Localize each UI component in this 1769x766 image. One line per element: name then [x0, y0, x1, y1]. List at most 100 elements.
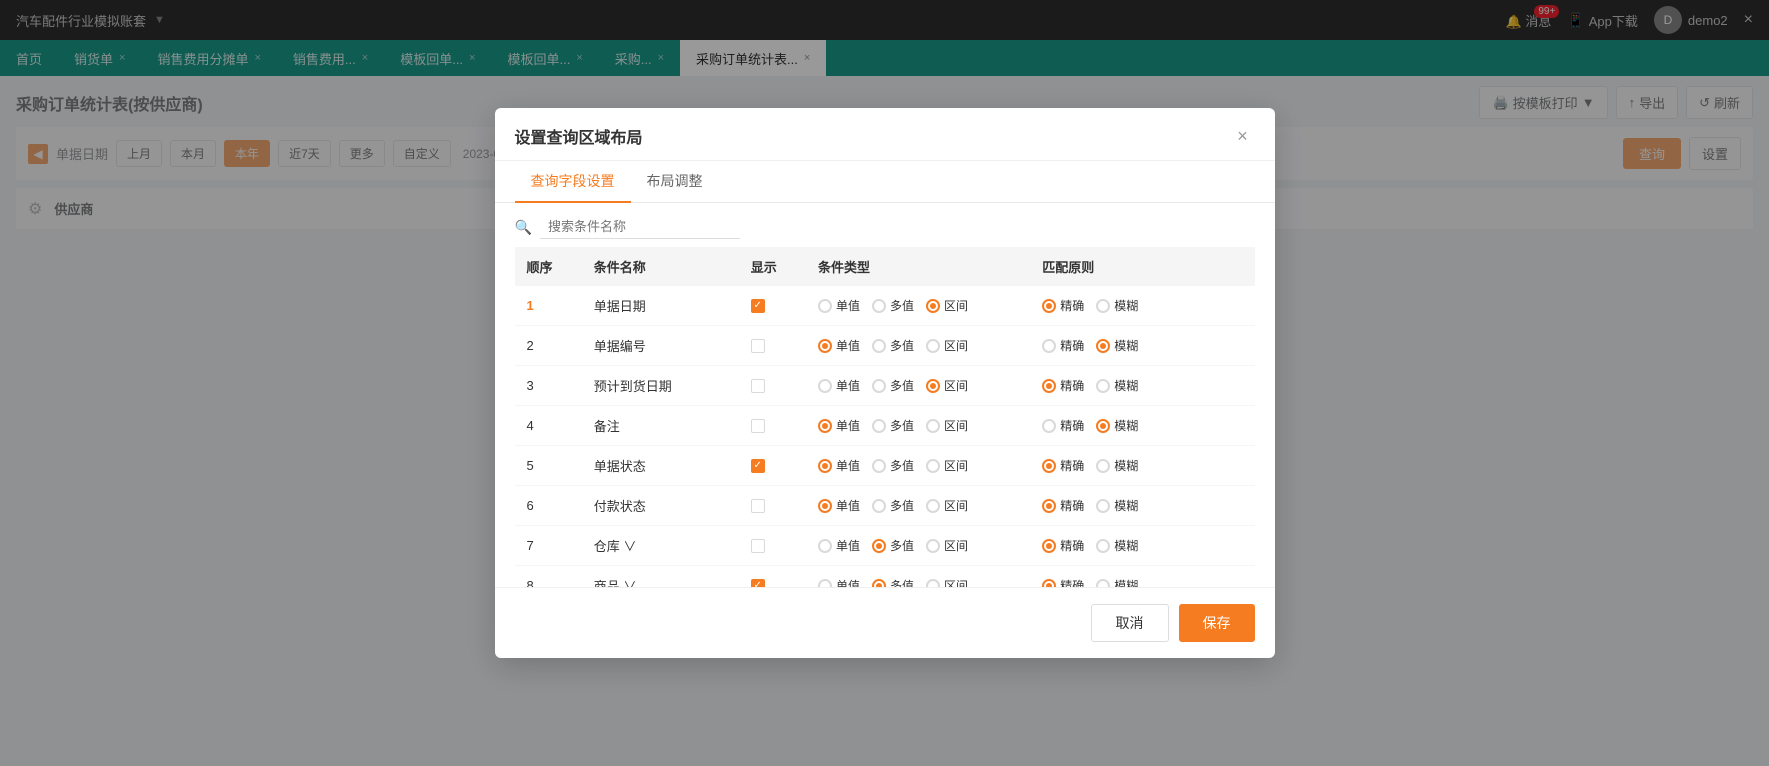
match-radio-模糊[interactable]: 模糊: [1096, 377, 1138, 394]
cell-name: 单据日期: [582, 286, 739, 326]
match-radio-精确[interactable]: 精确: [1042, 297, 1084, 314]
cancel-button[interactable]: 取消: [1091, 604, 1169, 642]
search-input[interactable]: [540, 215, 740, 239]
type-radio-单值[interactable]: 单值: [818, 297, 860, 314]
type-radio-多值[interactable]: 多值: [872, 337, 914, 354]
radio-circle: [1042, 539, 1056, 553]
type-radio-单值[interactable]: 单值: [818, 337, 860, 354]
radio-circle: [818, 499, 832, 513]
radio-circle: [872, 379, 886, 393]
type-radio-区间[interactable]: 区间: [926, 577, 968, 587]
show-checkbox[interactable]: ✓: [751, 459, 765, 473]
match-radio-精确[interactable]: 精确: [1042, 337, 1084, 354]
table-row: 6付款状态单值多值区间精确模糊: [515, 486, 1255, 526]
type-radio-单值[interactable]: 单值: [818, 577, 860, 587]
match-radio-模糊[interactable]: 模糊: [1096, 417, 1138, 434]
match-radio-精确[interactable]: 精确: [1042, 417, 1084, 434]
cell-match: 精确模糊: [1030, 406, 1254, 446]
table-row: 2单据编号单值多值区间精确模糊: [515, 326, 1255, 366]
col-header-order: 顺序: [515, 247, 582, 286]
cell-type: 单值多值区间: [806, 526, 1030, 566]
radio-circle: [818, 339, 832, 353]
cell-match: 精确 模糊: [1030, 566, 1254, 588]
modal-tab-bar: 查询字段设置 布局调整: [495, 161, 1275, 203]
radio-circle: [1042, 379, 1056, 393]
radio-circle: [1096, 499, 1110, 513]
type-radio-多值[interactable]: 多值: [872, 577, 914, 587]
col-header-match: 匹配原则: [1030, 247, 1254, 286]
modal-dialog: 设置查询区域布局 × 查询字段设置 布局调整 🔍 顺序 条件名称 显示 条件类型: [495, 108, 1275, 658]
match-radio-模糊[interactable]: 模糊: [1096, 337, 1138, 354]
match-radio-模糊[interactable]: 模糊: [1096, 577, 1138, 587]
save-button[interactable]: 保存: [1179, 604, 1255, 642]
modal-footer: 取消 保存: [495, 587, 1275, 658]
type-radio-区间[interactable]: 区间: [926, 497, 968, 514]
radio-circle: [818, 539, 832, 553]
show-checkbox[interactable]: ✓: [751, 579, 765, 588]
match-radio-模糊[interactable]: 模糊: [1096, 537, 1138, 554]
radio-circle: [872, 299, 886, 313]
cell-show: ✓: [739, 286, 806, 326]
type-radio-多值[interactable]: 多值: [872, 377, 914, 394]
radio-circle: [926, 539, 940, 553]
type-radio-单值[interactable]: 单值: [818, 457, 860, 474]
match-radio-精确[interactable]: 精确: [1042, 497, 1084, 514]
cell-order: 5: [515, 446, 582, 486]
show-checkbox[interactable]: ✓: [751, 299, 765, 313]
modal-search-area: 🔍: [495, 203, 1275, 247]
col-header-type: 条件类型: [806, 247, 1030, 286]
match-radio-模糊[interactable]: 模糊: [1096, 497, 1138, 514]
radio-circle: [818, 299, 832, 313]
type-radio-单值[interactable]: 单值: [818, 497, 860, 514]
match-radio-模糊[interactable]: 模糊: [1096, 297, 1138, 314]
show-checkbox[interactable]: [751, 499, 765, 513]
show-checkbox[interactable]: [751, 419, 765, 433]
cell-type: 单值多值区间: [806, 326, 1030, 366]
type-radio-单值[interactable]: 单值: [818, 417, 860, 434]
modal-table-wrapper: 顺序 条件名称 显示 条件类型 匹配原则 1单据日期✓单值多值区间精确模糊2单据…: [495, 247, 1275, 587]
cell-type: 单值多值区间: [806, 286, 1030, 326]
radio-circle: [872, 339, 886, 353]
type-radio-多值[interactable]: 多值: [872, 497, 914, 514]
radio-circle: [1096, 579, 1110, 588]
modal-close-button[interactable]: ×: [1231, 124, 1255, 148]
match-radio-精确[interactable]: 精确: [1042, 537, 1084, 554]
radio-circle: [872, 499, 886, 513]
table-row: 3预计到货日期单值多值区间精确模糊: [515, 366, 1255, 406]
type-radio-多值[interactable]: 多值: [872, 297, 914, 314]
modal-tab-layout[interactable]: 布局调整: [631, 161, 719, 203]
modal-overlay: 设置查询区域布局 × 查询字段设置 布局调整 🔍 顺序 条件名称 显示 条件类型: [0, 0, 1769, 766]
cell-match: 精确模糊: [1030, 526, 1254, 566]
type-radio-单值[interactable]: 单值: [818, 377, 860, 394]
type-radio-多值[interactable]: 多值: [872, 537, 914, 554]
match-radio-精确[interactable]: 精确: [1042, 377, 1084, 394]
type-radio-多值[interactable]: 多值: [872, 457, 914, 474]
type-radio-区间[interactable]: 区间: [926, 457, 968, 474]
cell-type: 单值 多值 区间: [806, 566, 1030, 588]
type-radio-区间[interactable]: 区间: [926, 377, 968, 394]
show-checkbox[interactable]: [751, 539, 765, 553]
match-radio-模糊[interactable]: 模糊: [1096, 457, 1138, 474]
show-checkbox[interactable]: [751, 339, 765, 353]
type-radio-多值[interactable]: 多值: [872, 417, 914, 434]
cell-order: 6: [515, 486, 582, 526]
match-radio-精确[interactable]: 精确: [1042, 577, 1084, 587]
cell-show: [739, 326, 806, 366]
type-radio-区间[interactable]: 区间: [926, 417, 968, 434]
cell-name: 商品 ∨: [582, 566, 739, 588]
table-row: 8商品 ∨ ✓ 单值 多值 区间 精确 模糊: [515, 566, 1255, 588]
type-radio-区间[interactable]: 区间: [926, 537, 968, 554]
modal-tab-query-fields[interactable]: 查询字段设置: [515, 161, 631, 203]
cell-show: ✓: [739, 446, 806, 486]
cell-type: 单值多值区间: [806, 406, 1030, 446]
cell-name: 单据状态: [582, 446, 739, 486]
type-radio-区间[interactable]: 区间: [926, 337, 968, 354]
match-radio-精确[interactable]: 精确: [1042, 457, 1084, 474]
type-radio-区间[interactable]: 区间: [926, 297, 968, 314]
cell-order: 8: [515, 566, 582, 588]
col-header-show: 显示: [739, 247, 806, 286]
radio-circle: [1042, 499, 1056, 513]
show-checkbox[interactable]: [751, 379, 765, 393]
radio-circle: [872, 459, 886, 473]
type-radio-单值[interactable]: 单值: [818, 537, 860, 554]
